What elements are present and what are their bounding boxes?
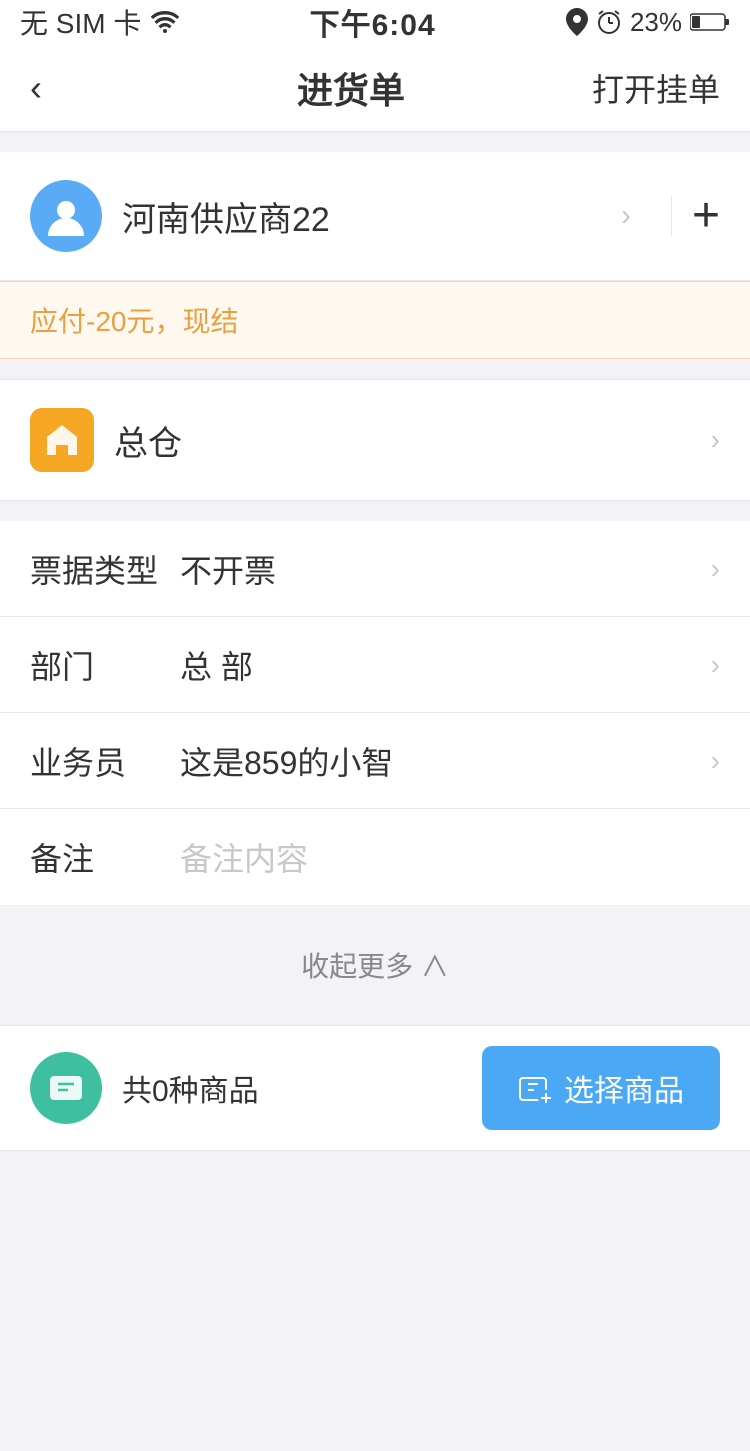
alarm-icon bbox=[596, 9, 622, 35]
remark-input[interactable]: 备注内容 bbox=[180, 834, 720, 880]
department-value: 总 部 bbox=[180, 642, 711, 688]
location-icon bbox=[566, 8, 588, 36]
form-section: 票据类型 不开票 › 部门 总 部 › 业务员 这是859的小智 › 备注 备注… bbox=[0, 521, 750, 905]
wifi-icon bbox=[151, 11, 179, 33]
warehouse-row[interactable]: 总仓 › bbox=[0, 379, 750, 501]
person-icon bbox=[44, 194, 88, 238]
invoice-type-chevron: › bbox=[711, 553, 720, 585]
warehouse-name: 总仓 bbox=[114, 416, 711, 465]
remark-label: 备注 bbox=[30, 834, 170, 880]
nav-bar: ‹ 进货单 打开挂单 bbox=[0, 44, 750, 132]
invoice-type-label: 票据类型 bbox=[30, 546, 170, 592]
product-icon-bg bbox=[30, 1052, 102, 1124]
salesperson-row[interactable]: 业务员 这是859的小智 › bbox=[0, 713, 750, 809]
invoice-type-value: 不开票 bbox=[180, 546, 711, 592]
notice-bar: 应付-20元，现结 bbox=[0, 281, 750, 359]
open-pending-button[interactable]: 打开挂单 bbox=[592, 65, 720, 111]
salesperson-label: 业务员 bbox=[30, 738, 170, 784]
add-cart-icon bbox=[518, 1070, 554, 1106]
back-button[interactable]: ‹ bbox=[30, 67, 110, 109]
collapse-row[interactable]: 收起更多 ∧ bbox=[0, 925, 750, 1005]
product-bar: 共0种商品 选择商品 bbox=[0, 1025, 750, 1151]
status-time: 下午6:04 bbox=[310, 0, 436, 44]
warehouse-icon-bg bbox=[30, 408, 94, 472]
add-supplier-button[interactable]: + bbox=[692, 192, 720, 240]
status-left: 无 SIM 卡 bbox=[20, 2, 179, 42]
status-bar: 无 SIM 卡 下午6:04 23% bbox=[0, 0, 750, 44]
product-count: 共0种商品 bbox=[122, 1066, 482, 1110]
battery-icon bbox=[690, 12, 730, 32]
select-product-button[interactable]: 选择商品 bbox=[482, 1046, 720, 1130]
status-right: 23% bbox=[566, 7, 730, 38]
carrier-text: 无 SIM 卡 bbox=[20, 2, 141, 42]
salesperson-value: 这是859的小智 bbox=[180, 738, 711, 784]
supplier-row: 河南供应商22 › + bbox=[0, 152, 750, 281]
section-gap-1 bbox=[0, 132, 750, 152]
vertical-divider bbox=[671, 196, 672, 236]
page-title: 进货单 bbox=[297, 62, 405, 114]
supplier-avatar bbox=[30, 180, 102, 252]
department-row[interactable]: 部门 总 部 › bbox=[0, 617, 750, 713]
warehouse-icon bbox=[43, 421, 81, 459]
supplier-chevron-icon[interactable]: › bbox=[621, 199, 631, 233]
notice-text: 应付-20元，现结 bbox=[30, 306, 238, 337]
cart-icon bbox=[44, 1066, 88, 1110]
collapse-label: 收起更多 ∧ bbox=[301, 945, 449, 985]
salesperson-chevron: › bbox=[711, 745, 720, 777]
department-label: 部门 bbox=[30, 642, 170, 688]
warehouse-chevron-icon: › bbox=[711, 424, 720, 456]
battery-text: 23% bbox=[630, 7, 682, 38]
department-chevron: › bbox=[711, 649, 720, 681]
select-product-label: 选择商品 bbox=[564, 1066, 684, 1110]
page-background bbox=[0, 1151, 750, 1451]
invoice-type-row[interactable]: 票据类型 不开票 › bbox=[0, 521, 750, 617]
section-gap-2 bbox=[0, 359, 750, 379]
remark-row[interactable]: 备注 备注内容 bbox=[0, 809, 750, 905]
supplier-name: 河南供应商22 bbox=[122, 192, 621, 241]
